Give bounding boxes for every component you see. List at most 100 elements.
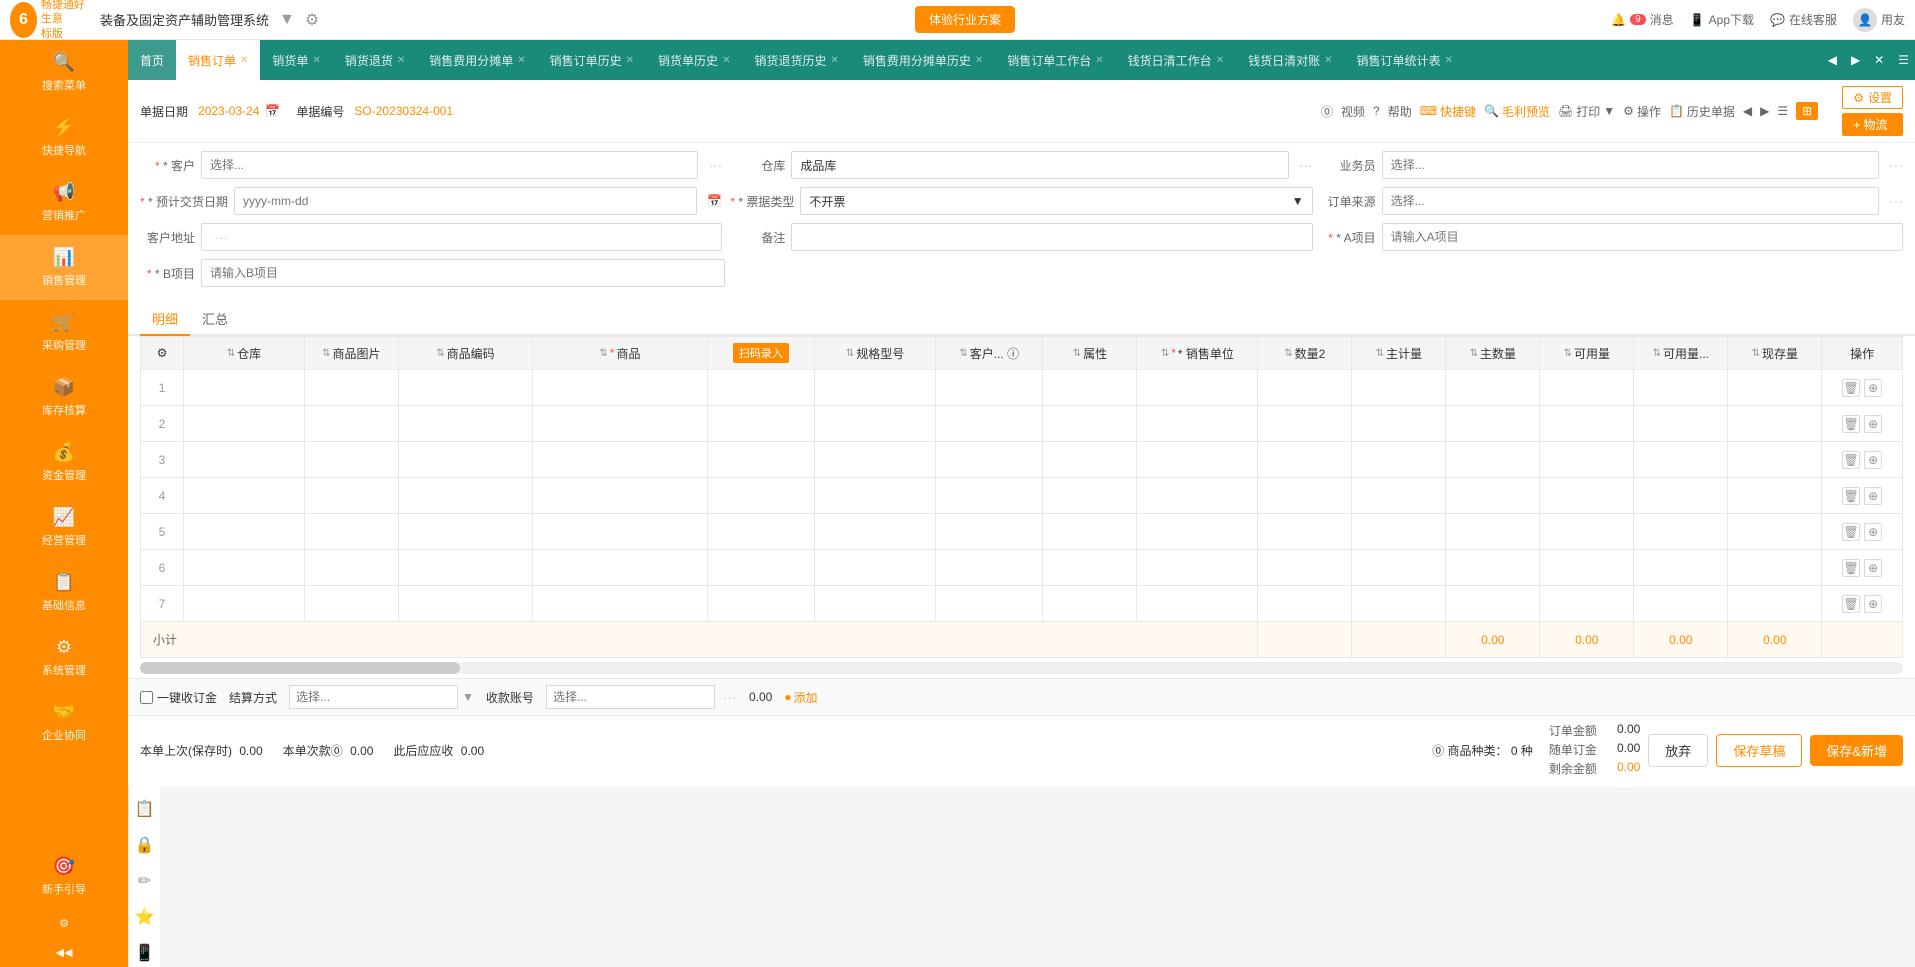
row-7-product[interactable] <box>533 586 708 622</box>
tab-detail[interactable]: 明细 <box>140 303 190 336</box>
row-6-spec[interactable] <box>815 550 936 586</box>
row-1-spec[interactable] <box>815 370 936 406</box>
row-2-main-qty[interactable] <box>1446 406 1540 442</box>
profit-btn[interactable]: 🔍 毛利预览 <box>1484 103 1550 120</box>
delivery-calendar-icon[interactable]: 📅 <box>707 194 722 208</box>
row-3-cust[interactable] <box>936 442 1043 478</box>
row-7-delete-icon[interactable]: 🗑 <box>1842 595 1860 613</box>
product-sort-icon[interactable]: ⇅ <box>599 348 607 359</box>
row-1-attr[interactable] <box>1043 370 1137 406</box>
tab-summary[interactable]: 汇总 <box>190 303 240 336</box>
warehouse-value[interactable]: 成品库 <box>791 151 1288 179</box>
print-btn[interactable]: 🖨 打印 ▼ <box>1558 103 1615 120</box>
right-panel-star-icon[interactable]: ⭐ <box>131 903 159 931</box>
row-4-spec[interactable] <box>815 478 936 514</box>
row-5-stock[interactable] <box>1728 514 1822 550</box>
row-6-copy-icon[interactable]: ⊕ <box>1864 559 1882 577</box>
order-source-input[interactable] <box>1382 187 1879 215</box>
row-5-uom[interactable] <box>1352 514 1446 550</box>
settings-btn[interactable]: ⚙ 设置 <box>1842 86 1903 109</box>
user-btn[interactable]: 👤 用友 <box>1853 8 1905 32</box>
th-settings[interactable]: ⚙ <box>141 337 184 370</box>
row-5-cust[interactable] <box>936 514 1043 550</box>
row-5-img[interactable] <box>304 514 398 550</box>
notification-btn[interactable]: 🔔 9 消息 <box>1611 11 1674 28</box>
row-4-img[interactable] <box>304 478 398 514</box>
tab-goods-history[interactable]: 销货单历史 ✕ <box>646 40 742 80</box>
tab-menu-btn[interactable]: ☰ <box>1892 53 1915 67</box>
row-2-avail[interactable] <box>1540 406 1634 442</box>
sidebar-item-guide[interactable]: 🎯 新手引导 <box>0 844 128 909</box>
main-qty-sort-icon[interactable]: ⇅ <box>1470 348 1478 359</box>
row-3-img[interactable] <box>304 442 398 478</box>
row-2-code[interactable] <box>398 406 532 442</box>
avail-sort-icon[interactable]: ⇅ <box>1564 348 1572 359</box>
sidebar-item-collapse[interactable]: ◀◀ <box>0 938 128 967</box>
warehouse-sort-icon[interactable]: ⇅ <box>227 348 235 359</box>
row-3-main-qty[interactable] <box>1446 442 1540 478</box>
tab-fee-split[interactable]: 销售费用分摊单 ✕ <box>417 40 537 80</box>
tab-order-history[interactable]: 销售订单历史 ✕ <box>538 40 646 80</box>
row-3-product[interactable] <box>533 442 708 478</box>
spec-sort-icon[interactable]: ⇅ <box>846 348 854 359</box>
receipt-more-icon[interactable]: ··· <box>723 689 737 705</box>
horizontal-scrollbar[interactable] <box>140 662 1903 674</box>
img-sort-icon[interactable]: ⇅ <box>322 348 330 359</box>
row-4-main-qty[interactable] <box>1446 478 1540 514</box>
settings-icon[interactable]: ⚙ <box>305 10 319 30</box>
row-7-copy-icon[interactable]: ⊕ <box>1864 595 1882 613</box>
calendar-icon[interactable]: 📅 <box>265 104 280 118</box>
row-2-attr[interactable] <box>1043 406 1137 442</box>
row-5-unit[interactable] <box>1137 514 1258 550</box>
row-1-avail[interactable] <box>1540 370 1634 406</box>
row-3-avail2[interactable] <box>1634 442 1728 478</box>
row-1-delete-icon[interactable]: 🗑 <box>1842 379 1860 397</box>
row-2-avail2[interactable] <box>1634 406 1728 442</box>
tab-fee-history-close[interactable]: ✕ <box>975 55 983 66</box>
row-4-attr[interactable] <box>1043 478 1137 514</box>
uom-sort-icon[interactable]: ⇅ <box>1376 348 1384 359</box>
row-1-cust[interactable] <box>936 370 1043 406</box>
row-1-stock[interactable] <box>1728 370 1822 406</box>
row-5-product[interactable] <box>533 514 708 550</box>
row-5-attr[interactable] <box>1043 514 1137 550</box>
row-6-delete-icon[interactable]: 🗑 <box>1842 559 1860 577</box>
right-panel-edit-icon[interactable]: ✏ <box>131 867 159 895</box>
discard-button[interactable]: 放弃 <box>1648 734 1708 767</box>
row-4-copy-icon[interactable]: ⊕ <box>1864 487 1882 505</box>
cust-sort-icon[interactable]: ⇅ <box>959 348 967 359</box>
customer-address-input[interactable]: ··· <box>201 223 722 251</box>
tab-order-history-close[interactable]: ✕ <box>626 55 634 66</box>
row-7-attr[interactable] <box>1043 586 1137 622</box>
date-value[interactable]: 2023-03-24 <box>198 104 259 118</box>
attr-sort-icon[interactable]: ⇅ <box>1073 348 1081 359</box>
row-5-main-qty[interactable] <box>1446 514 1540 550</box>
tab-sales-goods-close[interactable]: ✕ <box>312 55 320 66</box>
sidebar-item-sales[interactable]: 📊 销售管理 <box>0 235 128 300</box>
row-6-attr[interactable] <box>1043 550 1137 586</box>
tab-fee-history[interactable]: 销售费用分摊单历史 ✕ <box>851 40 995 80</box>
tab-sales-order-close[interactable]: ✕ <box>240 55 248 66</box>
code-sort-icon[interactable]: ⇅ <box>436 348 444 359</box>
row-2-uom[interactable] <box>1352 406 1446 442</box>
row-3-warehouse[interactable] <box>183 442 304 478</box>
row-4-uom[interactable] <box>1352 478 1446 514</box>
operation-btn[interactable]: ⚙ 操作 <box>1623 103 1661 120</box>
row-2-cust[interactable] <box>936 406 1043 442</box>
right-panel-doc-icon[interactable]: 📋 <box>131 795 159 823</box>
row-5-avail[interactable] <box>1540 514 1634 550</box>
row-3-qty2[interactable] <box>1258 442 1352 478</box>
sidebar-item-management[interactable]: 📈 经营管理 <box>0 495 128 560</box>
row-7-warehouse[interactable] <box>183 586 304 622</box>
add-logistics-btn[interactable]: + 物流 <box>1842 113 1903 136</box>
a-project-input[interactable] <box>1382 223 1903 251</box>
sidebar-item-finance[interactable]: 💰 资金管理 <box>0 430 128 495</box>
row-7-avail[interactable] <box>1540 586 1634 622</box>
row-4-warehouse[interactable] <box>183 478 304 514</box>
tab-close-all-btn[interactable]: ✕ <box>1868 53 1890 67</box>
invoice-type-select[interactable]: 不开票 ▼ <box>800 187 1312 215</box>
row-4-unit[interactable] <box>1137 478 1258 514</box>
sidebar-item-marketing[interactable]: 📢 营销推广 <box>0 170 128 235</box>
delivery-date-input[interactable] <box>234 187 697 215</box>
solution-button[interactable]: 体验行业方案 <box>915 6 1015 33</box>
